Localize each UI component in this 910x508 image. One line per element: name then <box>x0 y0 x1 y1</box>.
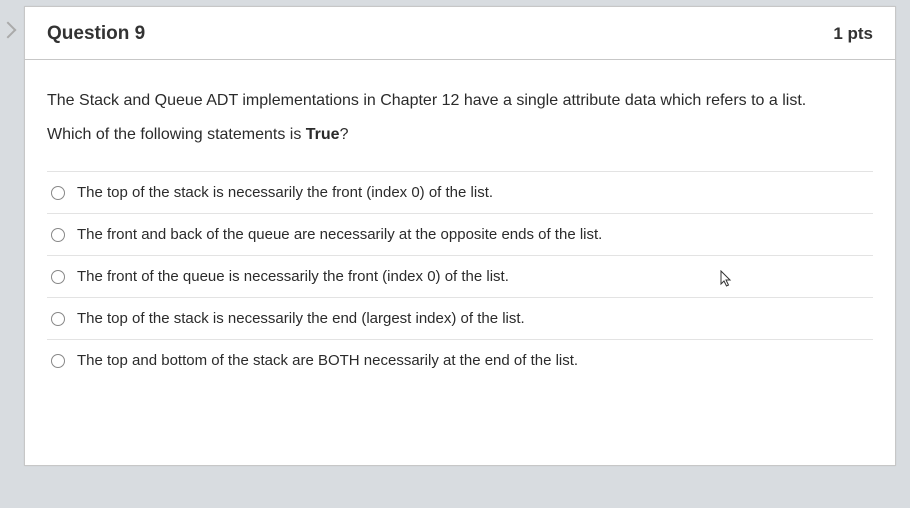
prompt-bold: True <box>306 126 340 143</box>
chevron-right-icon <box>0 22 16 39</box>
options-list: The top of the stack is necessarily the … <box>25 171 895 401</box>
option-4[interactable]: The top of the stack is necessarily the … <box>47 297 873 339</box>
option-label: The top and bottom of the stack are BOTH… <box>77 352 578 369</box>
prompt-line-2-post: ? <box>340 126 349 143</box>
radio-icon <box>51 228 65 242</box>
prompt-line-1: The Stack and Queue ADT implementations … <box>47 92 806 109</box>
option-label: The top of the stack is necessarily the … <box>77 184 493 201</box>
option-label: The front and back of the queue are nece… <box>77 226 602 243</box>
option-label: The top of the stack is necessarily the … <box>77 310 525 327</box>
option-5[interactable]: The top and bottom of the stack are BOTH… <box>47 339 873 381</box>
question-header: Question 9 1 pts <box>25 7 895 60</box>
radio-icon <box>51 354 65 368</box>
option-1[interactable]: The top of the stack is necessarily the … <box>47 171 873 213</box>
radio-icon <box>51 270 65 284</box>
option-label: The front of the queue is necessarily th… <box>77 268 509 285</box>
question-prompt: The Stack and Queue ADT implementations … <box>25 60 895 171</box>
prompt-line-2-pre: Which of the following statements is <box>47 126 306 143</box>
question-card: Question 9 1 pts The Stack and Queue ADT… <box>24 6 896 466</box>
question-points: 1 pts <box>833 24 873 44</box>
question-title: Question 9 <box>47 23 145 45</box>
option-2[interactable]: The front and back of the queue are nece… <box>47 213 873 255</box>
option-3[interactable]: The front of the queue is necessarily th… <box>47 255 873 297</box>
radio-icon <box>51 312 65 326</box>
radio-icon <box>51 186 65 200</box>
